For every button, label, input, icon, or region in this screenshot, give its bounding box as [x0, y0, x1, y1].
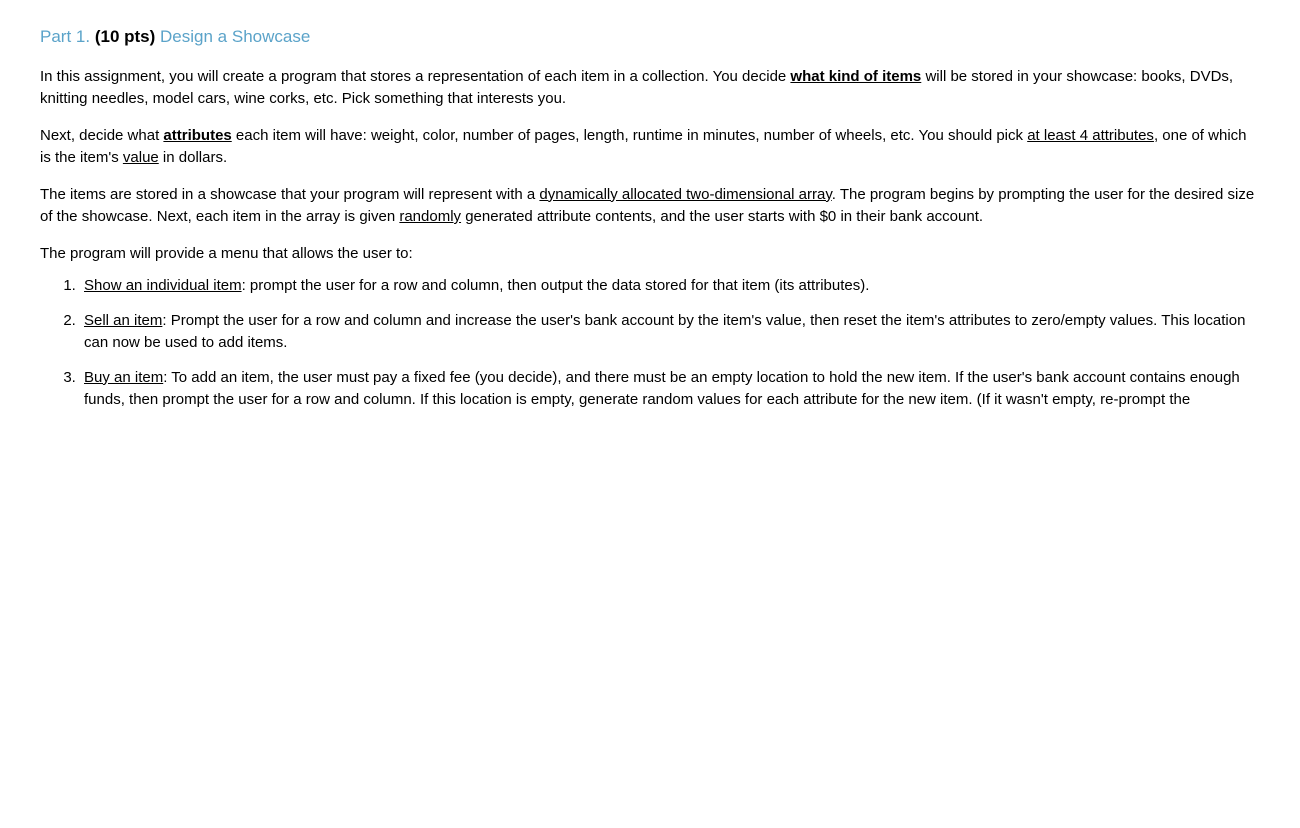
p2-start: Next, decide what: [40, 127, 163, 144]
p2-end: in dollars.: [159, 149, 227, 166]
p2-mid: each item will have: weight, color, numb…: [232, 127, 1027, 144]
paragraph-1: In this assignment, you will create a pr…: [40, 66, 1260, 111]
pts-label: (10 pts): [95, 27, 155, 46]
item1-title: Show an individual item: [84, 277, 242, 294]
list-item-1: Show an individual item: prompt the user…: [80, 275, 1260, 298]
p3-end: generated attribute contents, and the us…: [461, 208, 983, 225]
p1-text: In this assignment, you will create a pr…: [40, 68, 790, 85]
design-showcase-label: Design a Showcase: [160, 27, 310, 46]
paragraph-2: Next, decide what attributes each item w…: [40, 125, 1260, 170]
page-title: Part 1. (10 pts) Design a Showcase: [40, 24, 1260, 50]
menu-list: Show an individual item: prompt the user…: [80, 275, 1260, 412]
paragraph-4: The program will provide a menu that all…: [40, 243, 1260, 266]
p2-at-least: at least 4 attributes: [1027, 127, 1154, 144]
list-item-3: Buy an item: To add an item, the user mu…: [80, 367, 1260, 412]
list-item-2: Sell an item: Prompt the user for a row …: [80, 310, 1260, 355]
item3-rest: : To add an item, the user must pay a fi…: [84, 369, 1240, 409]
item3-title: Buy an item: [84, 369, 163, 386]
item2-title: Sell an item: [84, 312, 162, 329]
item1-rest: : prompt the user for a row and column, …: [242, 277, 870, 294]
item2-rest: : Prompt the user for a row and column a…: [84, 312, 1245, 352]
p4-text: The program will provide a menu that all…: [40, 245, 413, 262]
p3-start: The items are stored in a showcase that …: [40, 186, 539, 203]
p1-bold-underline: what kind of items: [790, 68, 921, 85]
p3-randomly: randomly: [399, 208, 461, 225]
part-label: Part 1.: [40, 27, 90, 46]
p2-value: value: [123, 149, 159, 166]
p2-attributes: attributes: [163, 127, 231, 144]
paragraph-3: The items are stored in a showcase that …: [40, 184, 1260, 229]
p3-dynamically: dynamically allocated two-dimensional ar…: [539, 186, 831, 203]
